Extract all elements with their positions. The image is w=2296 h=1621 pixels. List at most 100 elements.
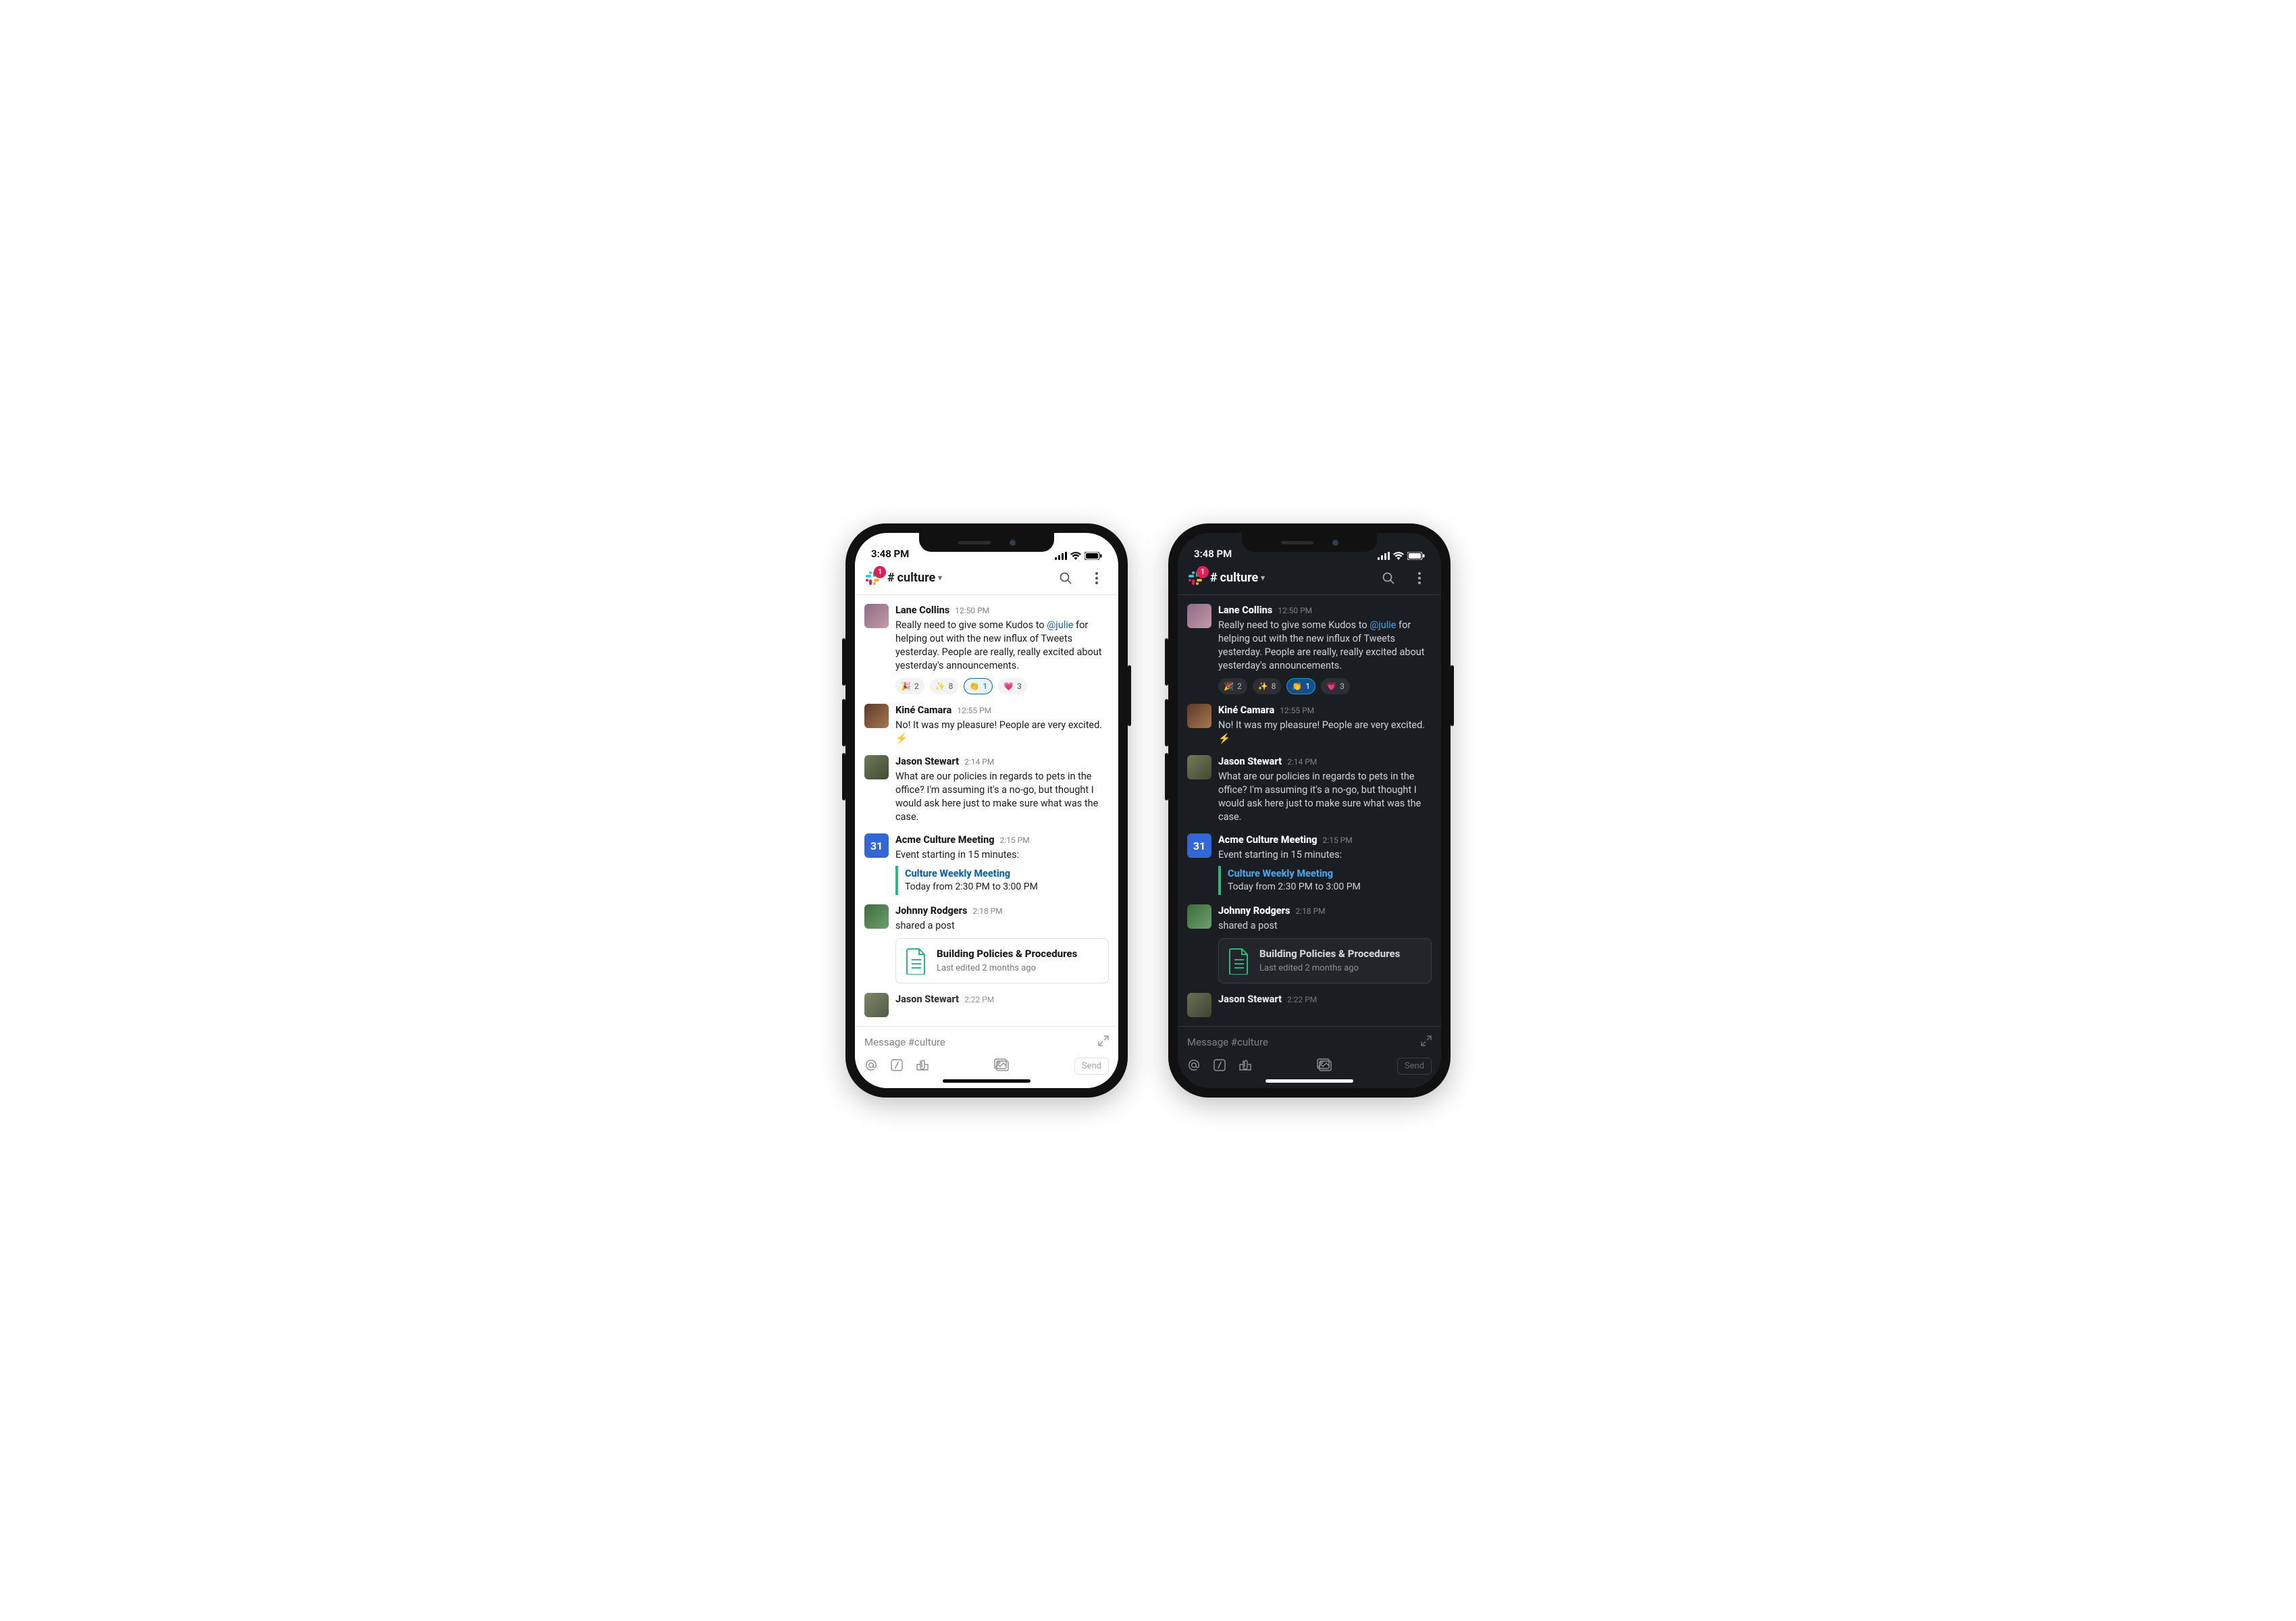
avatar[interactable]	[1187, 993, 1211, 1017]
reaction[interactable]: ✨8	[930, 678, 959, 694]
message-item[interactable]: Jason Stewart 2:22 PM	[1178, 988, 1441, 1022]
reactions: 🎉2 ✨8 👏1 💗3	[1218, 678, 1432, 694]
message-list[interactable]: Lane Collins12:50 PM Really need to give…	[855, 595, 1118, 1026]
message-author[interactable]: Johnny Rodgers	[1218, 904, 1290, 918]
event-title[interactable]: Culture Weekly Meeting	[1228, 867, 1432, 881]
event-subtitle: Today from 2:30 PM to 3:00 PM	[1228, 881, 1432, 894]
more-icon[interactable]	[1085, 566, 1109, 590]
message-item[interactable]: Lane Collins12:50 PM Really need to give…	[855, 599, 1118, 699]
slash-command-icon[interactable]	[890, 1058, 904, 1075]
message-author[interactable]: Kiné Camara	[1218, 704, 1274, 717]
post-attachment[interactable]: Building Policies & Procedures Last edit…	[1218, 938, 1432, 983]
search-icon[interactable]	[1053, 566, 1078, 590]
mention-icon[interactable]	[864, 1058, 878, 1075]
message-list[interactable]: Lane Collins12:50 PM Really need to give…	[1178, 595, 1441, 1026]
phone-light: 3:48 PM 1 #culture ▾	[845, 523, 1128, 1098]
chevron-down-icon: ▾	[938, 573, 942, 582]
message-item[interactable]: 31 Acme Culture Meeting2:15 PM Event sta…	[1178, 829, 1441, 900]
message-text: Really need to give some Kudos to @julie…	[895, 619, 1109, 673]
more-icon[interactable]	[1407, 566, 1432, 590]
slack-logo[interactable]: 1	[864, 570, 881, 586]
message-item[interactable]: Johnny Rodgers2:18 PM shared a post Buil…	[1178, 900, 1441, 988]
calendar-icon[interactable]: 31	[1187, 833, 1211, 858]
slash-command-icon[interactable]	[1213, 1058, 1226, 1075]
screen: 3:48 PM 1 #culture ▾	[855, 533, 1118, 1088]
reaction[interactable]: 👏1	[964, 678, 993, 694]
message-text: What are our policies in regards to pets…	[1218, 770, 1432, 824]
wifi-icon	[1393, 552, 1404, 560]
reaction[interactable]: ✨8	[1253, 678, 1282, 694]
message-item[interactable]: Kiné Camara12:55 PM No! It was my pleasu…	[1178, 699, 1441, 750]
home-indicator[interactable]	[943, 1079, 1030, 1083]
message-input[interactable]: Message #culture	[1187, 1032, 1414, 1052]
message-item[interactable]: Jason Stewart2:22 PM	[855, 988, 1118, 1022]
message-time: 2:22 PM	[1287, 994, 1317, 1006]
message-item[interactable]: 31 Acme Culture Meeting2:15 PM Event sta…	[855, 829, 1118, 900]
message-item[interactable]: Jason Stewart2:14 PM What are our polici…	[855, 750, 1118, 829]
calendar-icon[interactable]: 31	[864, 833, 889, 858]
message-author[interactable]: Jason Stewart	[895, 993, 959, 1006]
message-author[interactable]: Acme Culture Meeting	[895, 833, 995, 847]
message-text: What are our policies in regards to pets…	[895, 770, 1109, 824]
post-attachment[interactable]: Building Policies & Procedures Last edit…	[895, 938, 1109, 983]
message-time: 2:18 PM	[973, 906, 1003, 917]
post-subtitle: Last edited 2 months ago	[937, 962, 1077, 975]
message-input[interactable]: Message #culture	[864, 1032, 1091, 1052]
reaction[interactable]: 🎉2	[1218, 678, 1247, 694]
message-author[interactable]: Jason Stewart	[1218, 993, 1282, 1006]
wifi-icon	[1070, 552, 1081, 560]
mention[interactable]: @julie	[1369, 619, 1396, 631]
attach-icon[interactable]	[1238, 1058, 1252, 1075]
message-author[interactable]: Acme Culture Meeting	[1218, 833, 1317, 847]
send-button[interactable]: Send	[1074, 1058, 1109, 1075]
reaction[interactable]: 💗3	[998, 678, 1027, 694]
send-button[interactable]: Send	[1397, 1058, 1432, 1075]
event-title[interactable]: Culture Weekly Meeting	[905, 867, 1109, 881]
message-author[interactable]: Jason Stewart	[1218, 755, 1282, 769]
reaction[interactable]: 💗3	[1321, 678, 1350, 694]
notification-badge: 1	[874, 566, 886, 578]
photo-icon[interactable]	[1317, 1058, 1332, 1075]
avatar[interactable]	[1187, 604, 1211, 628]
photo-icon[interactable]	[994, 1058, 1009, 1075]
event-attachment: Culture Weekly Meeting Today from 2:30 P…	[1218, 866, 1432, 895]
avatar[interactable]	[1187, 904, 1211, 929]
message-item[interactable]: Kiné Camara12:55 PM No! It was my pleasu…	[855, 699, 1118, 750]
slack-logo[interactable]: 1	[1187, 570, 1203, 586]
avatar[interactable]	[864, 704, 889, 728]
chevron-down-icon: ▾	[1261, 573, 1265, 582]
reaction[interactable]: 🎉2	[895, 678, 924, 694]
expand-icon[interactable]	[1098, 1035, 1109, 1049]
avatar[interactable]	[1187, 755, 1211, 779]
message-author[interactable]: Johnny Rodgers	[895, 904, 968, 918]
expand-icon[interactable]	[1421, 1035, 1432, 1049]
attach-icon[interactable]	[916, 1058, 929, 1075]
avatar[interactable]	[864, 904, 889, 929]
status-time: 3:48 PM	[871, 548, 909, 560]
channel-switcher[interactable]: #culture ▾	[887, 571, 942, 585]
message-author[interactable]: Lane Collins	[895, 604, 949, 617]
mention[interactable]: @julie	[1047, 619, 1073, 631]
home-indicator[interactable]	[1266, 1079, 1353, 1083]
message-author[interactable]: Jason Stewart	[895, 755, 959, 769]
phone-dark: 3:48 PM 1 #culture ▾	[1168, 523, 1451, 1098]
avatar[interactable]	[864, 755, 889, 779]
channel-prefix: #	[1210, 571, 1218, 585]
notification-badge: 1	[1197, 566, 1209, 578]
message-author[interactable]: Lane Collins	[1218, 604, 1272, 617]
avatar[interactable]	[1187, 704, 1211, 728]
reaction[interactable]: 👏1	[1286, 678, 1315, 694]
message-item[interactable]: Johnny Rodgers2:18 PM shared a post Buil…	[855, 900, 1118, 988]
app-header: 1 #culture ▾	[855, 561, 1118, 595]
avatar[interactable]	[864, 604, 889, 628]
message-text: Event starting in 15 minutes:	[895, 848, 1109, 862]
message-author[interactable]: Kiné Camara	[895, 704, 951, 717]
search-icon[interactable]	[1376, 566, 1401, 590]
message-item[interactable]: Lane Collins12:50 PM Really need to give…	[1178, 599, 1441, 699]
message-item[interactable]: Jason Stewart2:14 PM What are our polici…	[1178, 750, 1441, 829]
avatar[interactable]	[864, 993, 889, 1017]
channel-name-text: culture	[897, 571, 936, 585]
message-time: 2:18 PM	[1296, 906, 1326, 917]
channel-switcher[interactable]: #culture ▾	[1210, 571, 1265, 585]
mention-icon[interactable]	[1187, 1058, 1201, 1075]
